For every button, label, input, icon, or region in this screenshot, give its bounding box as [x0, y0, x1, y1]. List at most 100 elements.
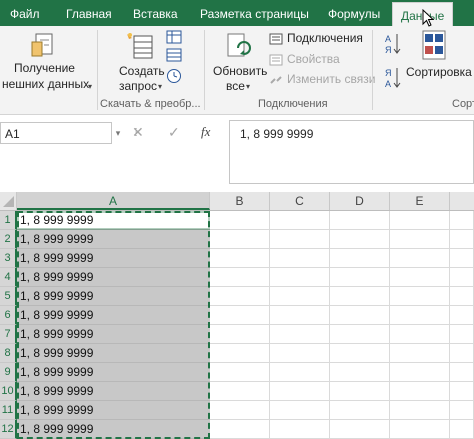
empty-cell[interactable] [450, 420, 474, 439]
empty-cell[interactable] [270, 382, 330, 401]
chevron-down-icon[interactable]: ▾ [158, 82, 162, 91]
empty-cell[interactable] [210, 306, 270, 325]
empty-cell[interactable] [390, 211, 450, 230]
empty-cell[interactable] [210, 268, 270, 287]
column-header-c[interactable]: C [270, 192, 330, 210]
empty-cell[interactable] [270, 230, 330, 249]
tab-home[interactable]: Главная [66, 0, 112, 26]
from-table-icon[interactable] [166, 48, 182, 62]
clock-icon[interactable] [166, 68, 182, 84]
empty-cell[interactable] [210, 382, 270, 401]
empty-cell[interactable] [390, 268, 450, 287]
chevron-down-icon[interactable]: ▾ [246, 82, 250, 91]
table-icon[interactable] [166, 30, 182, 44]
empty-cell[interactable] [330, 401, 390, 420]
cell-a7[interactable]: 1, 8 999 9999 [17, 325, 210, 344]
empty-cell[interactable] [390, 420, 450, 439]
empty-cell[interactable] [270, 363, 330, 382]
empty-cell[interactable] [270, 287, 330, 306]
empty-cell[interactable] [210, 325, 270, 344]
empty-cell[interactable] [330, 230, 390, 249]
create-query-label-2[interactable]: запрос [119, 79, 157, 93]
row-header[interactable]: 8 [0, 344, 17, 363]
empty-cell[interactable] [210, 401, 270, 420]
empty-cell[interactable] [210, 211, 270, 230]
empty-cell[interactable] [270, 344, 330, 363]
cell-a2[interactable]: 1, 8 999 9999 [17, 230, 210, 249]
tab-formulas[interactable]: Формулы [328, 0, 380, 26]
empty-cell[interactable] [330, 287, 390, 306]
empty-cell[interactable] [330, 420, 390, 439]
empty-cell[interactable] [330, 382, 390, 401]
empty-cell[interactable] [390, 325, 450, 344]
row-header[interactable]: 5 [0, 287, 17, 306]
empty-cell[interactable] [450, 230, 474, 249]
empty-cell[interactable] [330, 268, 390, 287]
empty-cell[interactable] [390, 287, 450, 306]
row-header[interactable]: 4 [0, 268, 17, 287]
cell-a9[interactable]: 1, 8 999 9999 [17, 363, 210, 382]
name-box[interactable]: A1 [0, 122, 112, 144]
column-header-a[interactable]: A [17, 192, 210, 210]
enter-icon[interactable]: ✓ [168, 124, 180, 141]
chevron-down-icon[interactable]: ▾ [88, 82, 92, 91]
tab-file[interactable]: Файл [10, 0, 40, 26]
edit-links-button[interactable]: Изменить связи [287, 72, 375, 86]
row-header[interactable]: 2 [0, 230, 17, 249]
cancel-icon[interactable]: ✕ [132, 124, 144, 141]
empty-cell[interactable] [450, 287, 474, 306]
empty-cell[interactable] [210, 287, 270, 306]
sort-descending-icon[interactable]: ЯА [385, 66, 401, 90]
empty-cell[interactable] [390, 344, 450, 363]
sort-icon[interactable] [422, 30, 446, 60]
empty-cell[interactable] [330, 211, 390, 230]
connections-button[interactable]: Подключения [287, 31, 363, 45]
row-header[interactable]: 12 [0, 420, 17, 439]
empty-cell[interactable] [210, 249, 270, 268]
column-header-f-partial[interactable] [450, 192, 474, 210]
empty-cell[interactable] [270, 306, 330, 325]
column-header-b[interactable]: B [210, 192, 270, 210]
row-header[interactable]: 9 [0, 363, 17, 382]
create-query-label-1[interactable]: Создать [119, 64, 165, 78]
formula-input[interactable]: 1, 8 999 9999 [229, 120, 474, 184]
row-header[interactable]: 3 [0, 249, 17, 268]
empty-cell[interactable] [330, 306, 390, 325]
empty-cell[interactable] [450, 382, 474, 401]
column-header-d[interactable]: D [330, 192, 390, 210]
chevron-down-icon[interactable]: ▾ [112, 122, 124, 144]
row-header[interactable]: 7 [0, 325, 17, 344]
empty-cell[interactable] [390, 401, 450, 420]
get-external-data-label-1[interactable]: Получение [14, 61, 75, 75]
empty-cell[interactable] [210, 420, 270, 439]
empty-cell[interactable] [450, 306, 474, 325]
cell-a11[interactable]: 1, 8 999 9999 [17, 401, 210, 420]
empty-cell[interactable] [270, 420, 330, 439]
empty-cell[interactable] [390, 306, 450, 325]
cell-a6[interactable]: 1, 8 999 9999 [17, 306, 210, 325]
tab-page-layout[interactable]: Разметка страницы [200, 0, 309, 26]
cell-a5[interactable]: 1, 8 999 9999 [17, 287, 210, 306]
cell-a4[interactable]: 1, 8 999 9999 [17, 268, 210, 287]
column-header-e[interactable]: E [390, 192, 450, 210]
empty-cell[interactable] [390, 230, 450, 249]
empty-cell[interactable] [270, 268, 330, 287]
empty-cell[interactable] [270, 211, 330, 230]
row-header[interactable]: 11 [0, 401, 17, 420]
refresh-all-label-2[interactable]: все [226, 79, 245, 93]
tab-insert[interactable]: Вставка [133, 0, 178, 26]
insert-function-icon[interactable]: fx [201, 124, 210, 140]
empty-cell[interactable] [390, 382, 450, 401]
properties-button[interactable]: Свойства [287, 52, 340, 66]
empty-cell[interactable] [450, 401, 474, 420]
empty-cell[interactable] [270, 401, 330, 420]
empty-cell[interactable] [450, 363, 474, 382]
get-external-data-label-2[interactable]: нешних данных [2, 77, 89, 91]
cell-a12[interactable]: 1, 8 999 9999 [17, 420, 210, 439]
empty-cell[interactable] [270, 325, 330, 344]
empty-cell[interactable] [450, 249, 474, 268]
empty-cell[interactable] [270, 249, 330, 268]
empty-cell[interactable] [210, 363, 270, 382]
empty-cell[interactable] [330, 325, 390, 344]
row-header[interactable]: 10 [0, 382, 17, 401]
